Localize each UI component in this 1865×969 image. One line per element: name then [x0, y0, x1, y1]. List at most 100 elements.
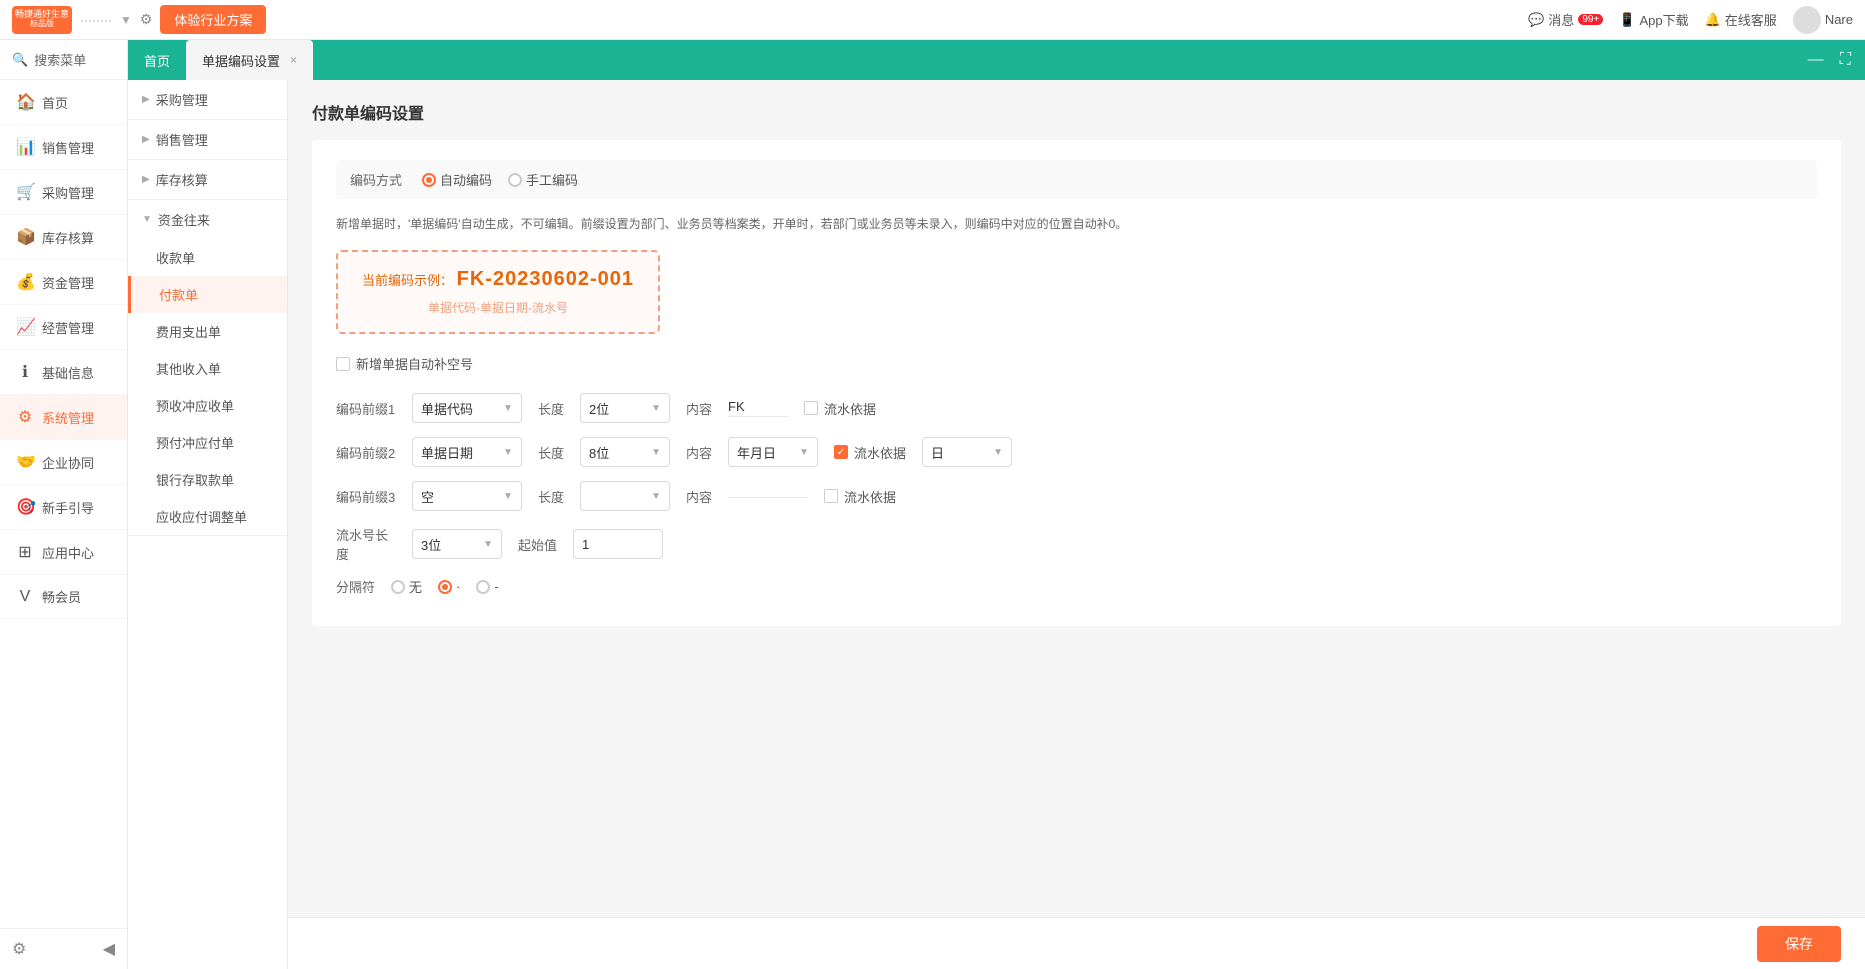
prefix2-select[interactable]: 单据日期 ▼ [412, 437, 522, 467]
sub-nav-purchase-title[interactable]: ▶ 采购管理 [128, 80, 287, 119]
footer-bar: 保存 [288, 917, 1865, 969]
arrow-down-icon: ▼ [142, 214, 152, 225]
sep-dot-option[interactable]: · [438, 579, 460, 594]
sub-nav-item-other-income[interactable]: 其他收入单 [128, 350, 287, 387]
enterprise-icon: 🤝 [16, 452, 34, 472]
auto-fill-label: 新增单据自动补空号 [356, 354, 473, 373]
prefix1-select[interactable]: 单据代码 ▼ [412, 393, 522, 423]
start-value-input[interactable] [573, 529, 663, 559]
stream3-checkbox[interactable] [824, 489, 838, 503]
message-item[interactable]: 💬 消息 99+ [1528, 10, 1603, 29]
sidebar-item-purchase[interactable]: 🛒 采购管理 [0, 170, 127, 215]
auto-fill-checkbox[interactable] [336, 357, 350, 371]
message-badge: 99+ [1578, 14, 1603, 25]
sidebar-search[interactable]: 🔍 搜索菜单 [0, 40, 127, 80]
sub-nav-item-receipt[interactable]: 收款单 [128, 239, 287, 276]
bottom-settings-icon[interactable]: ⚙ [12, 939, 26, 959]
settings-card: 编码方式 自动编码 手工编码 [312, 140, 1841, 626]
sidebar-item-system[interactable]: ⚙ 系统管理 [0, 395, 127, 440]
sub-nav-inventory-title[interactable]: ▶ 库存核算 [128, 160, 287, 199]
online-service-item[interactable]: 🔔 在线客服 [1705, 10, 1777, 29]
sub-nav-item-expense[interactable]: 费用支出单 [128, 313, 287, 350]
length2-select[interactable]: 8位 ▼ [580, 437, 670, 467]
tab-bar: 首页 单据编码设置 × — ⛶ [128, 40, 1865, 80]
sep-none-option[interactable]: 无 [391, 577, 422, 596]
stream1-checkbox[interactable] [804, 401, 818, 415]
serial-length-select[interactable]: 3位 ▼ [412, 529, 502, 559]
tab-current[interactable]: 单据编码设置 × [186, 40, 313, 80]
experience-button[interactable]: 体验行业方案 [160, 5, 266, 34]
auto-encode-option[interactable]: 自动编码 [422, 170, 492, 189]
sidebar-item-basic-info[interactable]: ℹ 基础信息 [0, 350, 127, 395]
sidebar-item-enterprise[interactable]: 🤝 企业协同 [0, 440, 127, 485]
preview-sub-label: 单据代码-单据日期-流水号 [428, 299, 568, 316]
check-mark: ✓ [837, 447, 845, 458]
info-text: 新增单据时，'单据编码'自动生成，不可编辑。前缀设置为部门、业务员等档案类，开单… [336, 215, 1817, 234]
sep-dash-option[interactable]: - [476, 579, 498, 594]
sub-nav-item-bank[interactable]: 银行存取款单 [128, 461, 287, 498]
sep-dot-radio[interactable] [438, 580, 452, 594]
minimize-icon[interactable]: — [1802, 49, 1830, 71]
prefix2-row: 编码前缀2 单据日期 ▼ 长度 8位 ▼ 内容 [336, 437, 1817, 467]
guide-icon: 🎯 [16, 497, 34, 517]
prefix1-label: 编码前缀1 [336, 399, 396, 418]
prefix3-select[interactable]: 空 ▼ [412, 481, 522, 511]
stream2-checkbox[interactable]: ✓ [834, 445, 848, 459]
manual-encode-radio[interactable] [508, 173, 522, 187]
top-bar-left: 畅捷通好生意 标品版 ········ ▼ ⚙ 体验行业方案 [12, 5, 1520, 34]
content2-select[interactable]: 年月日 ▼ [728, 437, 818, 467]
save-button[interactable]: 保存 [1757, 926, 1841, 962]
tab-close-icon[interactable]: × [290, 53, 297, 67]
app-download-item[interactable]: 📱 App下载 [1619, 10, 1688, 29]
length1-select[interactable]: 2位 ▼ [580, 393, 670, 423]
sidebar-item-guide[interactable]: 🎯 新手引导 [0, 485, 127, 530]
sidebar-item-operations[interactable]: 📈 经营管理 [0, 305, 127, 350]
page-title: 付款单编码设置 [312, 100, 1841, 124]
sidebar-item-app-center[interactable]: ⊞ 应用中心 [0, 530, 127, 575]
maximize-icon[interactable]: ⛶ [1834, 49, 1857, 71]
stream3-row: 流水依据 [824, 487, 896, 506]
finance-icon: 💰 [16, 272, 34, 292]
sub-nav-group-sales: ▶ 销售管理 [128, 120, 287, 160]
sub-nav-sales-title[interactable]: ▶ 销售管理 [128, 120, 287, 159]
stream1-row: 流水依据 [804, 399, 876, 418]
sub-nav-item-adjustment[interactable]: 应收应付调整单 [128, 498, 287, 535]
sub-nav-capital-title[interactable]: ▼ 资金往来 [128, 200, 287, 239]
app-center-icon: ⊞ [16, 542, 34, 562]
encode-mode-radio-group: 自动编码 手工编码 [422, 170, 578, 189]
sub-nav-item-pre-receivable[interactable]: 预收冲应收单 [128, 387, 287, 424]
message-label: 消息 [1548, 10, 1574, 29]
manual-encode-option[interactable]: 手工编码 [508, 170, 578, 189]
sidebar-item-sales[interactable]: 📊 销售管理 [0, 125, 127, 170]
sales-icon: 📊 [16, 137, 34, 157]
sidebar-item-finance[interactable]: 💰 资金管理 [0, 260, 127, 305]
sub-nav-sales-label: 销售管理 [156, 130, 208, 149]
sep-none-label: 无 [409, 577, 422, 596]
content2-arrow: ▼ [799, 447, 809, 458]
tab-home[interactable]: 首页 [128, 40, 186, 80]
stream2-period-select[interactable]: 日 ▼ [922, 437, 1012, 467]
username: Nare [1825, 12, 1853, 27]
sidebar-item-member-label: 畅会员 [42, 587, 81, 606]
auto-encode-radio[interactable] [422, 173, 436, 187]
service-icon: 🔔 [1705, 12, 1721, 28]
sidebar-item-inventory[interactable]: 📦 库存核算 [0, 215, 127, 260]
content1-value: FK [728, 399, 788, 417]
sub-nav-item-pre-payable[interactable]: 预付冲应付单 [128, 424, 287, 461]
content3-value [728, 495, 808, 498]
sidebar-item-home[interactable]: 🏠 首页 [0, 80, 127, 125]
length3-select[interactable]: ▼ [580, 481, 670, 511]
tab-bar-actions: — ⛶ [1802, 49, 1865, 71]
sub-nav-item-payment[interactable]: 付款单 [128, 276, 287, 313]
user-profile-item[interactable]: Nare [1793, 6, 1853, 34]
settings-icon[interactable]: ⚙ [140, 11, 153, 28]
sep-dash-radio[interactable] [476, 580, 490, 594]
sidebar-item-operations-label: 经营管理 [42, 318, 94, 337]
sidebar-item-inventory-label: 库存核算 [42, 228, 94, 247]
sidebar-item-member[interactable]: V 畅会员 [0, 575, 127, 619]
prefix2-value: 单据日期 [421, 443, 473, 462]
collapse-icon[interactable]: ◀ [103, 939, 115, 959]
chevron-down-icon[interactable]: ▼ [120, 13, 132, 27]
sep-none-radio[interactable] [391, 580, 405, 594]
prefix2-label: 编码前缀2 [336, 443, 396, 462]
